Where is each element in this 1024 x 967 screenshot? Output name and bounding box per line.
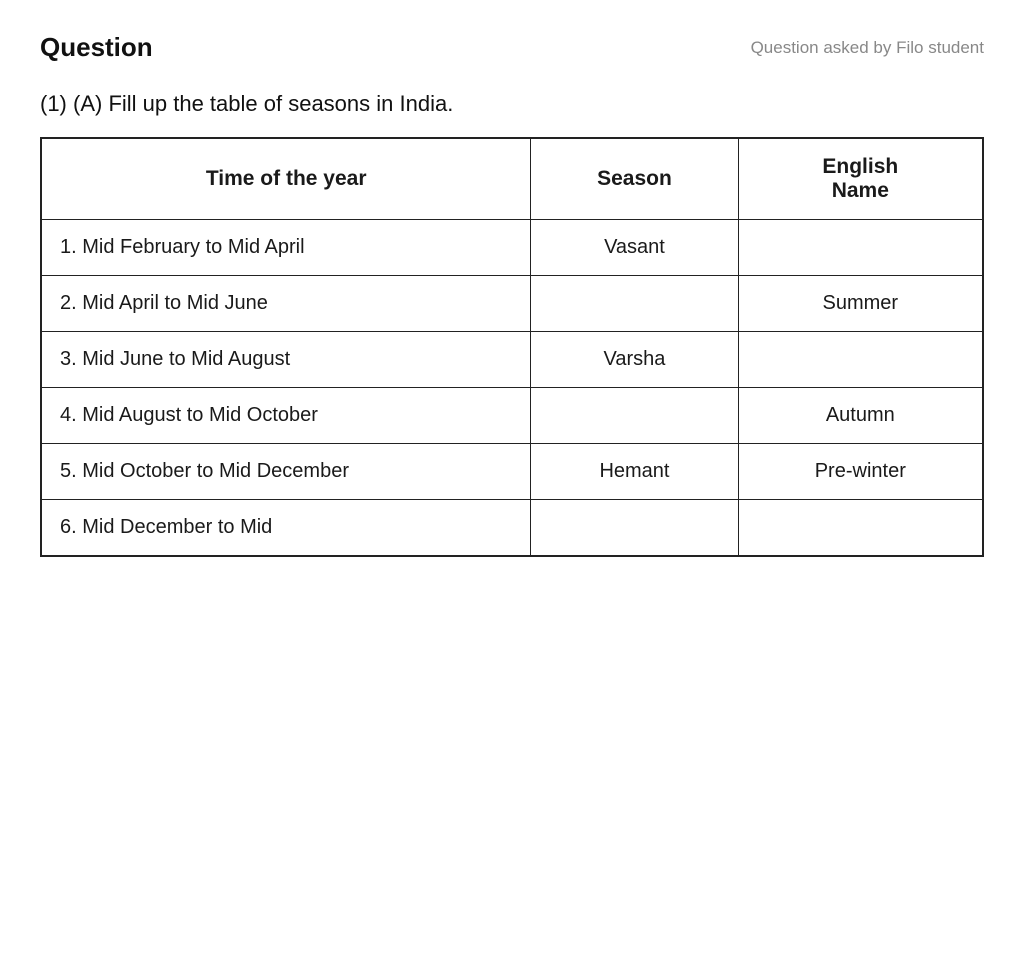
- table-row: 1. Mid February to Mid April Vasant: [41, 220, 983, 276]
- cell-english-3: [738, 332, 983, 388]
- page-subtitle: Question asked by Filo student: [751, 38, 984, 58]
- table-row: 4. Mid August to Mid October Autumn: [41, 388, 983, 444]
- cell-english-5: Pre-winter: [738, 444, 983, 500]
- cell-english-4: Autumn: [738, 388, 983, 444]
- cell-season-3: Varsha: [531, 332, 738, 388]
- cell-time-1: 1. Mid February to Mid April: [41, 220, 531, 276]
- col-header-time: Time of the year: [41, 138, 531, 220]
- cell-time-5: 5. Mid October to Mid December: [41, 444, 531, 500]
- seasons-table: Time of the year Season EnglishName 1. M…: [40, 137, 984, 557]
- page-header: Question Question asked by Filo student: [40, 32, 984, 63]
- cell-time-3: 3. Mid June to Mid August: [41, 332, 531, 388]
- cell-season-6: [531, 500, 738, 557]
- col-header-english: EnglishName: [738, 138, 983, 220]
- table-row: 5. Mid October to Mid December Hemant Pr…: [41, 444, 983, 500]
- table-row: 6. Mid December to Mid: [41, 500, 983, 557]
- cell-season-4: [531, 388, 738, 444]
- page-title: Question: [40, 32, 153, 63]
- col-header-season: Season: [531, 138, 738, 220]
- cell-time-6: 6. Mid December to Mid: [41, 500, 531, 557]
- question-text: (1) (A) Fill up the table of seasons in …: [40, 91, 984, 117]
- cell-english-6: [738, 500, 983, 557]
- cell-time-4: 4. Mid August to Mid October: [41, 388, 531, 444]
- table-row: 3. Mid June to Mid August Varsha: [41, 332, 983, 388]
- cell-english-2: Summer: [738, 276, 983, 332]
- table-row: 2. Mid April to Mid June Summer: [41, 276, 983, 332]
- cell-time-2: 2. Mid April to Mid June: [41, 276, 531, 332]
- table-header-row: Time of the year Season EnglishName: [41, 138, 983, 220]
- cell-season-2: [531, 276, 738, 332]
- cell-season-5: Hemant: [531, 444, 738, 500]
- cell-season-1: Vasant: [531, 220, 738, 276]
- cell-english-1: [738, 220, 983, 276]
